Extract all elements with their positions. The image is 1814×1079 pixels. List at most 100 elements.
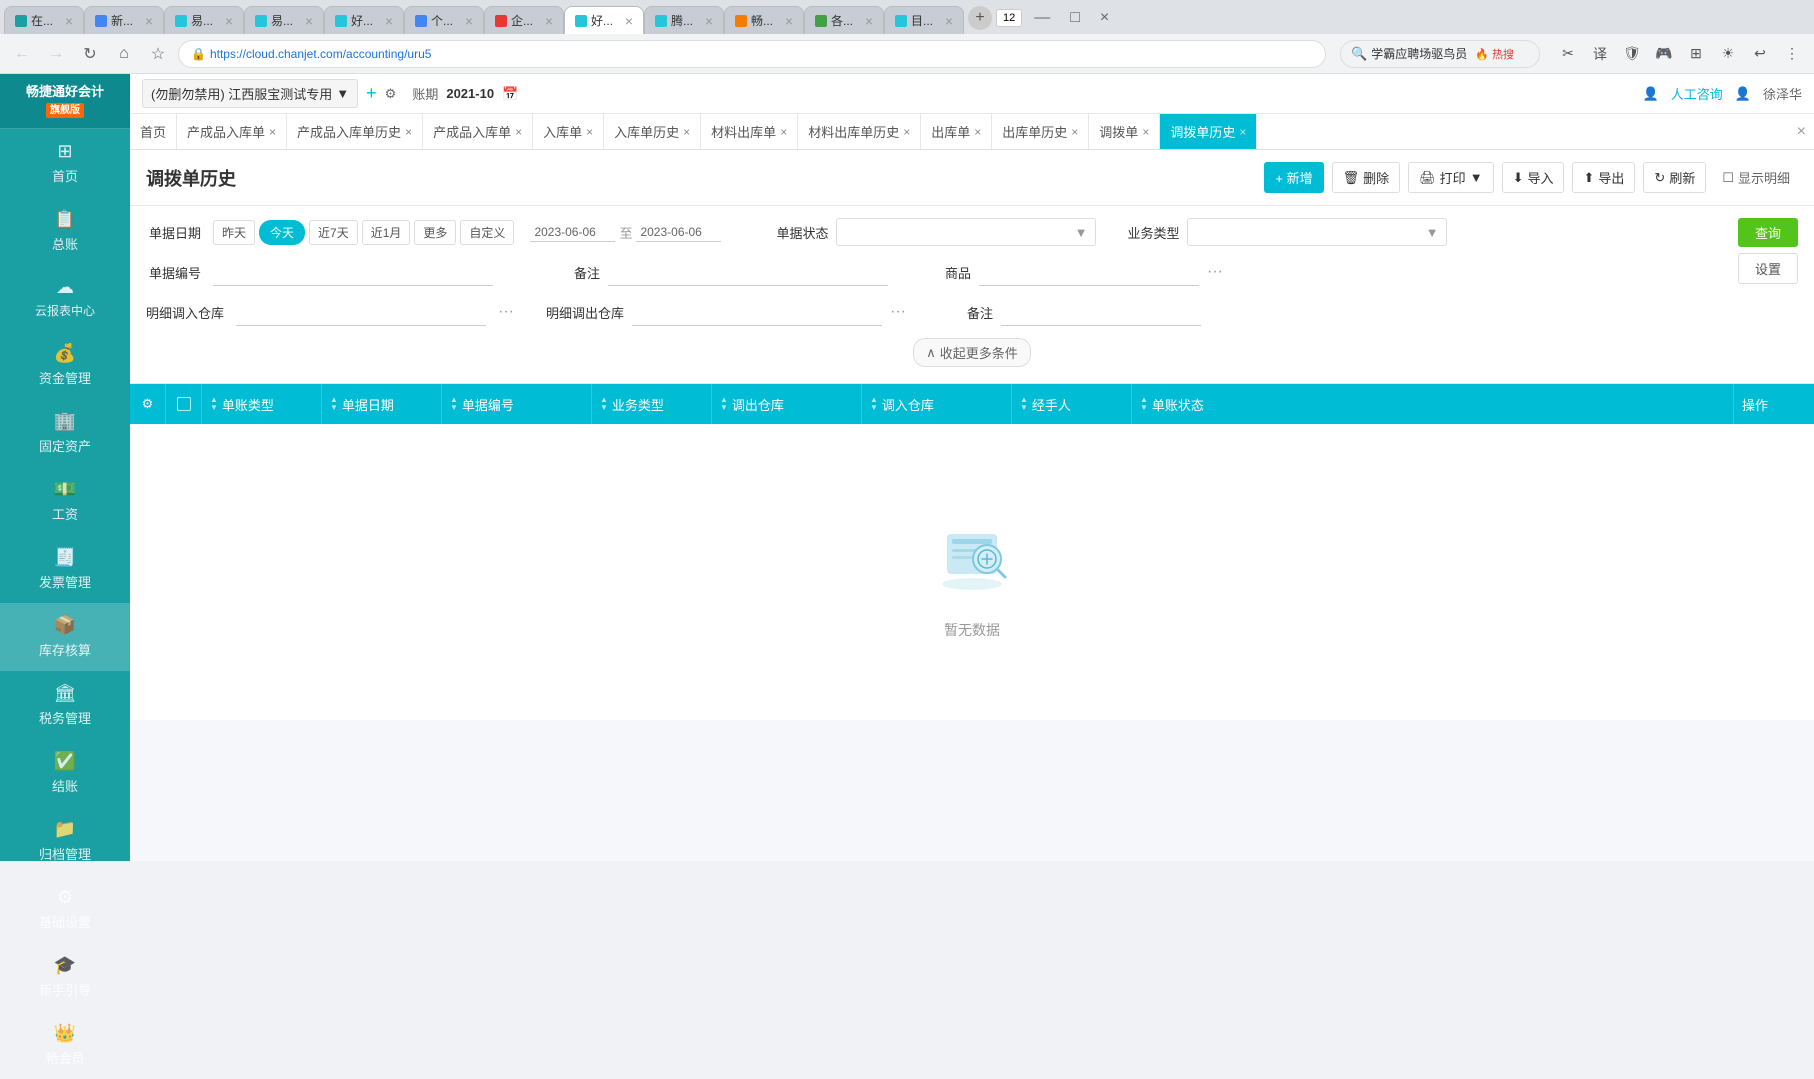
- show-cols-button[interactable]: ☐ 显示明细: [1714, 163, 1798, 192]
- sidebar-item-home[interactable]: ⊞ 首页: [0, 129, 130, 197]
- detail-remark-input[interactable]: [1001, 298, 1201, 326]
- sidebar-item-guide[interactable]: 🎓 新手引导: [0, 943, 130, 1011]
- back-button[interactable]: ←: [8, 40, 36, 68]
- app-tab-out[interactable]: 出库单 ×: [921, 114, 992, 150]
- tab-prod-in2-close[interactable]: ×: [515, 125, 522, 139]
- sidebar-item-close[interactable]: ✅ 结账: [0, 739, 130, 807]
- sidebar-item-invoice[interactable]: 🧾 发票管理: [0, 535, 130, 603]
- yesterday-btn[interactable]: 昨天: [213, 220, 255, 245]
- sidebar-item-ledger[interactable]: 📋 总账: [0, 197, 130, 265]
- sidebar-item-tax[interactable]: 🏛 税务管理: [0, 671, 130, 739]
- home-button[interactable]: ⌂: [110, 40, 138, 68]
- more-icon[interactable]: ⋮: [1778, 40, 1806, 68]
- browser-tab-4[interactable]: 好... ×: [324, 6, 404, 34]
- import-button[interactable]: ⬇ 导入: [1502, 162, 1565, 193]
- table-code-col[interactable]: ▲▼ 单据编号: [442, 384, 592, 424]
- tab-close-3[interactable]: ×: [305, 13, 313, 29]
- remark-input[interactable]: [608, 258, 888, 286]
- tab-close-1[interactable]: ×: [145, 13, 153, 29]
- window-minimize[interactable]: —: [1026, 7, 1058, 29]
- date-to-input[interactable]: [636, 223, 721, 242]
- app-tab-prod-in[interactable]: 产成品入库单 ×: [177, 114, 287, 150]
- sidebar-item-salary[interactable]: 💵 工资: [0, 467, 130, 535]
- tab-close-11[interactable]: ×: [945, 13, 953, 29]
- tab-mat-out-hist-close[interactable]: ×: [903, 125, 910, 139]
- app-tab-transfer-hist[interactable]: 调拨单历史 ×: [1160, 114, 1257, 150]
- translate-icon[interactable]: 译: [1586, 40, 1614, 68]
- game-icon[interactable]: 🎮: [1650, 40, 1678, 68]
- scissors-icon[interactable]: ✂: [1554, 40, 1582, 68]
- export-button[interactable]: ⬆ 导出: [1572, 162, 1635, 193]
- table-select-all[interactable]: [166, 384, 202, 424]
- tab-close-7[interactable]: ×: [625, 13, 633, 29]
- tab-prod-in-hist-close[interactable]: ×: [405, 125, 412, 139]
- app-tab-in-hist[interactable]: 入库单历史 ×: [604, 114, 701, 150]
- status-select[interactable]: ▼: [836, 218, 1096, 246]
- biz-type-select[interactable]: ▼: [1187, 218, 1447, 246]
- sidebar-item-settings[interactable]: ⚙ 基础设置: [0, 875, 130, 943]
- close-all-tabs-button[interactable]: ×: [1789, 123, 1814, 141]
- app-tab-in[interactable]: 入库单 ×: [533, 114, 604, 150]
- tab-close-8[interactable]: ×: [705, 13, 713, 29]
- table-out-wh-col[interactable]: ▲▼ 调出仓库: [712, 384, 862, 424]
- sidebar-item-funds[interactable]: 💰 资金管理: [0, 331, 130, 399]
- detail-in-wh-input[interactable]: [236, 298, 486, 326]
- tab-close-5[interactable]: ×: [465, 13, 473, 29]
- query-button[interactable]: 查询: [1738, 218, 1798, 247]
- app-tab-out-hist[interactable]: 出库单历史 ×: [992, 114, 1089, 150]
- app-tab-mat-out[interactable]: 材料出库单 ×: [701, 114, 798, 150]
- select-all-checkbox[interactable]: [177, 397, 191, 411]
- reload-button[interactable]: ↻: [76, 40, 104, 68]
- browser-tab-8[interactable]: 腾... ×: [644, 6, 724, 34]
- detail-out-wh-more[interactable]: ···: [890, 303, 906, 321]
- tab-transfer-hist-close[interactable]: ×: [1239, 125, 1246, 139]
- service-label[interactable]: 人工咨询: [1671, 84, 1723, 103]
- company-settings-icon[interactable]: ⚙: [385, 86, 397, 102]
- refresh-button[interactable]: ↻ 刷新: [1643, 162, 1706, 193]
- app-tab-prod-in-hist[interactable]: 产成品入库单历史 ×: [287, 114, 423, 150]
- table-settings-col[interactable]: ⚙: [130, 384, 166, 424]
- new-button[interactable]: + 新增: [1264, 162, 1323, 193]
- more-btn[interactable]: 更多: [414, 220, 456, 245]
- tab-close-0[interactable]: ×: [65, 13, 73, 29]
- grid-icon[interactable]: ⊞: [1682, 40, 1710, 68]
- browser-tab-3[interactable]: 易... ×: [244, 6, 324, 34]
- table-handler-col[interactable]: ▲▼ 经手人: [1012, 384, 1132, 424]
- custom-btn[interactable]: 自定义: [460, 220, 514, 245]
- browser-tab-9[interactable]: 畅... ×: [724, 6, 804, 34]
- app-tab-mat-out-hist[interactable]: 材料出库单历史 ×: [798, 114, 921, 150]
- table-in-wh-col[interactable]: ▲▼ 调入仓库: [862, 384, 1012, 424]
- table-type-col[interactable]: ▲▼ 单账类型: [202, 384, 322, 424]
- app-tab-transfer[interactable]: 调拨单 ×: [1089, 114, 1160, 150]
- browser-tab-5[interactable]: 个... ×: [404, 6, 484, 34]
- table-date-col[interactable]: ▲▼ 单据日期: [322, 384, 442, 424]
- tab-out-hist-close[interactable]: ×: [1071, 125, 1078, 139]
- collapse-button[interactable]: ∧ 收起更多条件: [913, 338, 1031, 367]
- shield-icon[interactable]: 🛡: [1618, 40, 1646, 68]
- new-tab-button[interactable]: +: [968, 6, 992, 30]
- table-status-col[interactable]: ▲▼ 单账状态: [1132, 384, 1734, 424]
- app-tab-home[interactable]: 首页: [130, 114, 177, 150]
- tab-close-4[interactable]: ×: [385, 13, 393, 29]
- undo-icon[interactable]: ↩: [1746, 40, 1774, 68]
- filter-settings-button[interactable]: 设置: [1738, 253, 1798, 284]
- sidebar-item-reports[interactable]: ☁ 云报表中心: [0, 265, 130, 331]
- tab-close-9[interactable]: ×: [785, 13, 793, 29]
- sidebar-item-inventory[interactable]: 📦 库存核算: [0, 603, 130, 671]
- 7days-btn[interactable]: 近7天: [309, 220, 358, 245]
- 1month-btn[interactable]: 近1月: [362, 220, 411, 245]
- browser-tab-2[interactable]: 易... ×: [164, 6, 244, 34]
- goods-input[interactable]: [979, 258, 1199, 286]
- tab-out-close[interactable]: ×: [974, 125, 981, 139]
- tab-prod-in-close[interactable]: ×: [269, 125, 276, 139]
- detail-out-wh-input[interactable]: [632, 298, 882, 326]
- calendar-icon[interactable]: 📅: [502, 86, 518, 102]
- address-bar[interactable]: 🔒 https://cloud.chanjet.com/accounting/u…: [178, 40, 1326, 68]
- tab-close-10[interactable]: ×: [865, 13, 873, 29]
- add-company-button[interactable]: +: [366, 83, 377, 104]
- tab-in-close[interactable]: ×: [586, 125, 593, 139]
- tab-close-6[interactable]: ×: [545, 13, 553, 29]
- sidebar-item-archive[interactable]: 📁 归档管理: [0, 807, 130, 875]
- goods-more-icon[interactable]: ···: [1207, 263, 1223, 281]
- tab-in-hist-close[interactable]: ×: [683, 125, 690, 139]
